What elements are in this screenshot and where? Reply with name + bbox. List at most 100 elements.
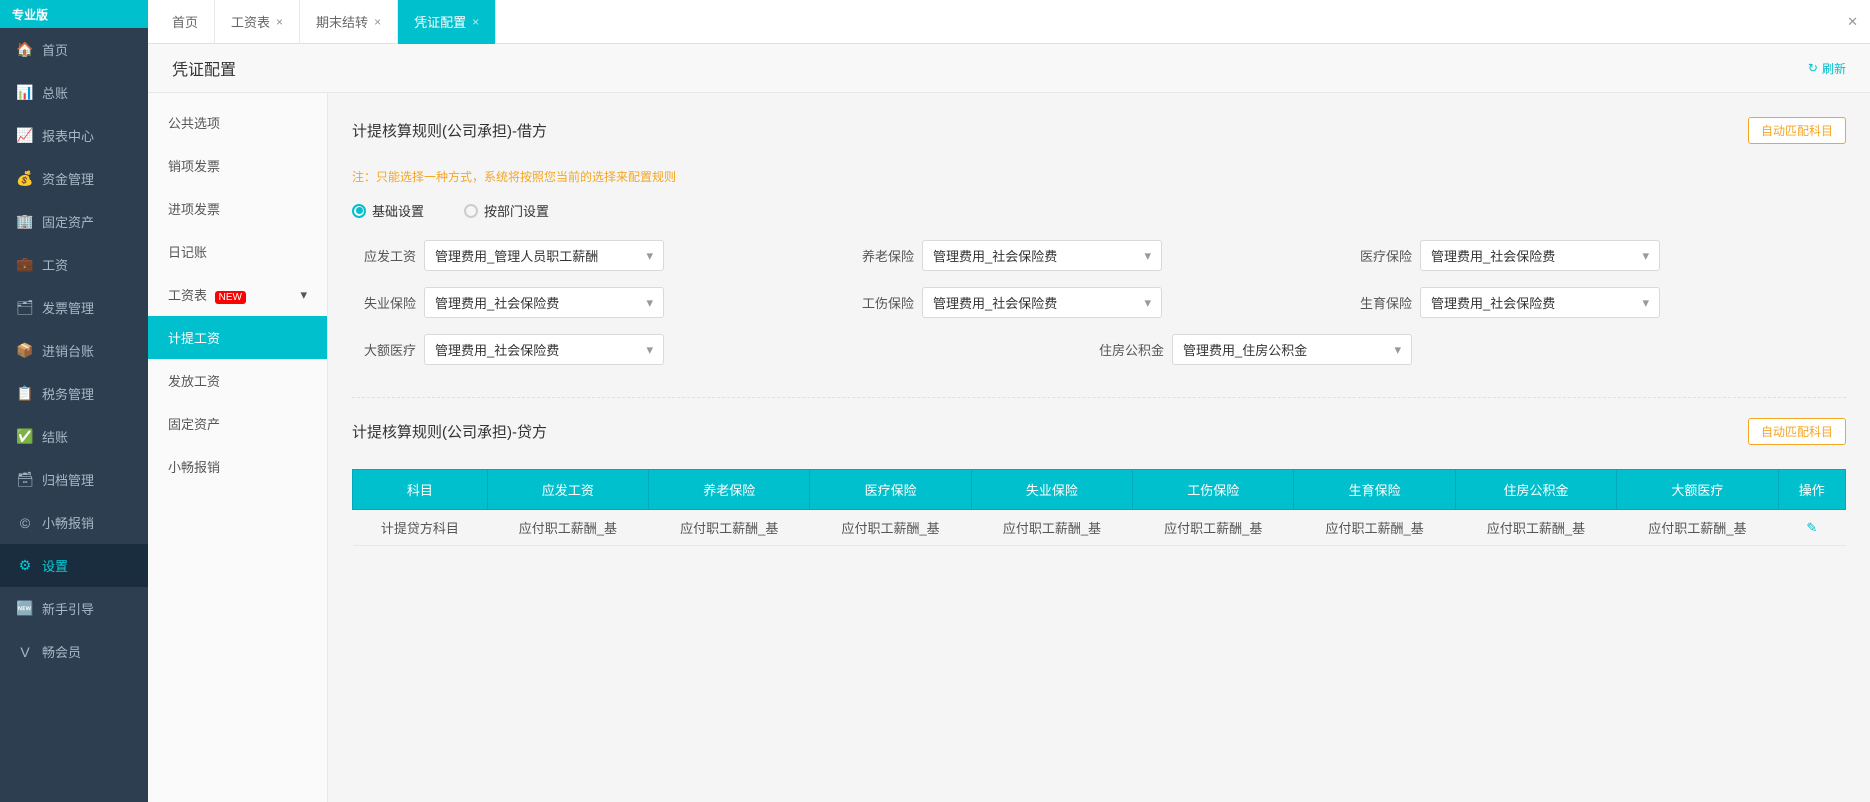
sidebar-icon-salary: 💼: [16, 256, 34, 274]
left-nav-accrual[interactable]: 计提工资: [148, 316, 327, 359]
credit-col-7: 住房公积金: [1455, 470, 1616, 510]
form-select-value-0-0: 管理费用_管理人员职工薪酬: [435, 246, 598, 265]
sidebar-item-salary[interactable]: 💼 工资: [0, 243, 148, 286]
form-select-0-2[interactable]: 管理费用_社会保险费 ▾: [1420, 240, 1660, 271]
form-select-2-0[interactable]: 管理费用_社会保险费 ▾: [424, 334, 664, 365]
form-label-2-0: 大额医疗: [352, 340, 416, 359]
main-content: 计提核算规则(公司承担)-借方 自动匹配科目 注：只能选择一种方式，系统将按照您…: [328, 93, 1870, 802]
badge-new-payroll_table: NEW: [215, 291, 246, 304]
left-nav-expense[interactable]: 小畅报销: [148, 445, 327, 488]
close-right-button[interactable]: ✕: [1835, 0, 1870, 44]
form-select-value-2-1: 管理费用_住房公积金: [1183, 340, 1307, 359]
sidebar-label-stock: 进销台账: [42, 341, 94, 360]
dropdown-arrow-0-1: ▾: [1144, 248, 1151, 264]
edit-icon-0[interactable]: ✎: [1806, 520, 1817, 535]
form-field-0-2: 医疗保险 管理费用_社会保险费 ▾: [1348, 240, 1846, 271]
sidebar-item-stock[interactable]: 📦 进销台账: [0, 329, 148, 372]
left-nav-payroll_table[interactable]: 工资表 NEW▾: [148, 273, 327, 316]
sidebar-icon-settle: ✅: [16, 428, 34, 446]
sidebar-item-assets[interactable]: 🏢 固定资产: [0, 200, 148, 243]
form-row-1: 失业保险 管理费用_社会保险费 ▾ 工伤保险 管理费用_社会保险费 ▾ 生育保险…: [352, 287, 1846, 318]
form-select-value-1-1: 管理费用_社会保险费: [933, 293, 1057, 312]
sidebar-item-home[interactable]: 🏠 首页: [0, 28, 148, 71]
form-select-value-0-1: 管理费用_社会保险费: [933, 246, 1057, 265]
tab-payroll[interactable]: 工资表 ×: [215, 0, 300, 44]
debit-auto-match-button[interactable]: 自动匹配科目: [1748, 117, 1846, 144]
credit-col-1: 应发工资: [487, 470, 648, 510]
sidebar-label-member: 畅会员: [42, 642, 81, 661]
radio-dept-label: 按部门设置: [484, 201, 549, 220]
tab-label-voucher: 凭证配置: [414, 12, 466, 31]
form-select-2-1[interactable]: 管理费用_住房公积金 ▾: [1172, 334, 1412, 365]
form-field-1-2: 生育保险 管理费用_社会保险费 ▾: [1348, 287, 1846, 318]
sidebar-item-settings[interactable]: ⚙ 设置: [0, 544, 148, 587]
left-nav-label-expense: 小畅报销: [168, 457, 220, 476]
form-select-1-2[interactable]: 管理费用_社会保险费 ▾: [1420, 287, 1660, 318]
credit-cell-0-4: 应付职工薪酬_基: [971, 510, 1132, 546]
form-label-1-1: 工伤保险: [850, 293, 914, 312]
sidebar-label-home: 首页: [42, 40, 68, 59]
form-select-0-0[interactable]: 管理费用_管理人员职工薪酬 ▾: [424, 240, 664, 271]
sidebar-item-settle[interactable]: ✅ 结账: [0, 415, 148, 458]
sidebar-item-xiaochang[interactable]: © 小畅报销: [0, 501, 148, 544]
radio-dept[interactable]: 按部门设置: [464, 201, 549, 220]
left-nav-cancel[interactable]: 销项发票: [148, 144, 327, 187]
credit-action-0[interactable]: ✎: [1778, 510, 1845, 546]
left-nav-fixed_assets[interactable]: 固定资产: [148, 402, 327, 445]
sidebar-icon-ledger: 📊: [16, 84, 34, 102]
sidebar-icon-tax: 📋: [16, 385, 34, 403]
form-select-value-1-2: 管理费用_社会保险费: [1431, 293, 1555, 312]
main-area: 首页工资表×期末结转×凭证配置× ✕ 凭证配置 ↻ 刷新 公共选项销项发票进项发…: [148, 0, 1870, 802]
form-select-1-1[interactable]: 管理费用_社会保险费 ▾: [922, 287, 1162, 318]
sidebar-item-report[interactable]: 📈 报表中心: [0, 114, 148, 157]
sidebar-icon-fund: 💰: [16, 170, 34, 188]
sidebar-label-xiaochang: 小畅报销: [42, 513, 94, 532]
refresh-icon: ↻: [1808, 61, 1818, 75]
left-nav-purchase[interactable]: 进项发票: [148, 187, 327, 230]
sidebar-item-tax[interactable]: 📋 税务管理: [0, 372, 148, 415]
refresh-button[interactable]: ↻ 刷新: [1808, 60, 1846, 77]
sidebar-item-fund[interactable]: 💰 资金管理: [0, 157, 148, 200]
form-field-2-0: 大额医疗 管理费用_社会保险费 ▾: [352, 334, 1099, 365]
tab-period[interactable]: 期末结转×: [300, 0, 398, 44]
sidebar-label-fund: 资金管理: [42, 169, 94, 188]
tab-home[interactable]: 首页: [156, 0, 215, 44]
sidebar-item-ledger[interactable]: 📊 总账: [0, 71, 148, 114]
tab-label-payroll: 工资表: [231, 12, 270, 31]
sidebar-item-member[interactable]: V 畅会员: [0, 630, 148, 673]
left-nav-label-issue: 发放工资: [168, 371, 220, 390]
form-label-2-1: 住房公积金: [1099, 340, 1164, 359]
credit-col-9: 操作: [1778, 470, 1845, 510]
dropdown-arrow-2-1: ▾: [1394, 342, 1401, 358]
credit-cell-0-1: 应付职工薪酬_基: [487, 510, 648, 546]
tab-close-period[interactable]: ×: [374, 15, 381, 29]
form-select-1-0[interactable]: 管理费用_社会保险费 ▾: [424, 287, 664, 318]
dropdown-arrow-0-2: ▾: [1642, 248, 1649, 264]
credit-cell-0-2: 应付职工薪酬_基: [649, 510, 810, 546]
form-label-1-0: 失业保险: [352, 293, 416, 312]
sidebar-label-archive: 归档管理: [42, 470, 94, 489]
sidebar-label-invoice: 发票管理: [42, 298, 94, 317]
credit-col-5: 工伤保险: [1133, 470, 1294, 510]
sidebar-icon-home: 🏠: [16, 41, 34, 59]
left-nav-journal[interactable]: 日记账: [148, 230, 327, 273]
credit-col-0: 科目: [353, 470, 488, 510]
left-nav-public[interactable]: 公共选项: [148, 101, 327, 144]
credit-section: 计提核算规则(公司承担)-贷方 自动匹配科目 科目应发工资养老保险医疗保险失业保…: [352, 418, 1846, 546]
tab-close-payroll[interactable]: ×: [276, 15, 283, 29]
form-row-2: 大额医疗 管理费用_社会保险费 ▾ 住房公积金 管理费用_住房公积金 ▾: [352, 334, 1846, 365]
radio-basic[interactable]: 基础设置: [352, 201, 424, 220]
form-select-0-1[interactable]: 管理费用_社会保险费 ▾: [922, 240, 1162, 271]
sidebar-icon-guide: 🆕: [16, 600, 34, 618]
left-nav-issue[interactable]: 发放工资: [148, 359, 327, 402]
sidebar-item-guide[interactable]: 🆕 新手引导: [0, 587, 148, 630]
sidebar-item-invoice[interactable]: 🗂 发票管理: [0, 286, 148, 329]
sidebar-item-archive[interactable]: 🗃 归档管理: [0, 458, 148, 501]
left-nav-label-fixed_assets: 固定资产: [168, 414, 220, 433]
credit-auto-match-button[interactable]: 自动匹配科目: [1748, 418, 1846, 445]
tab-close-voucher[interactable]: ×: [472, 15, 479, 29]
credit-col-2: 养老保险: [649, 470, 810, 510]
form-select-value-1-0: 管理费用_社会保险费: [435, 293, 559, 312]
tab-voucher[interactable]: 凭证配置 ×: [398, 0, 496, 44]
credit-col-8: 大额医疗: [1617, 470, 1778, 510]
